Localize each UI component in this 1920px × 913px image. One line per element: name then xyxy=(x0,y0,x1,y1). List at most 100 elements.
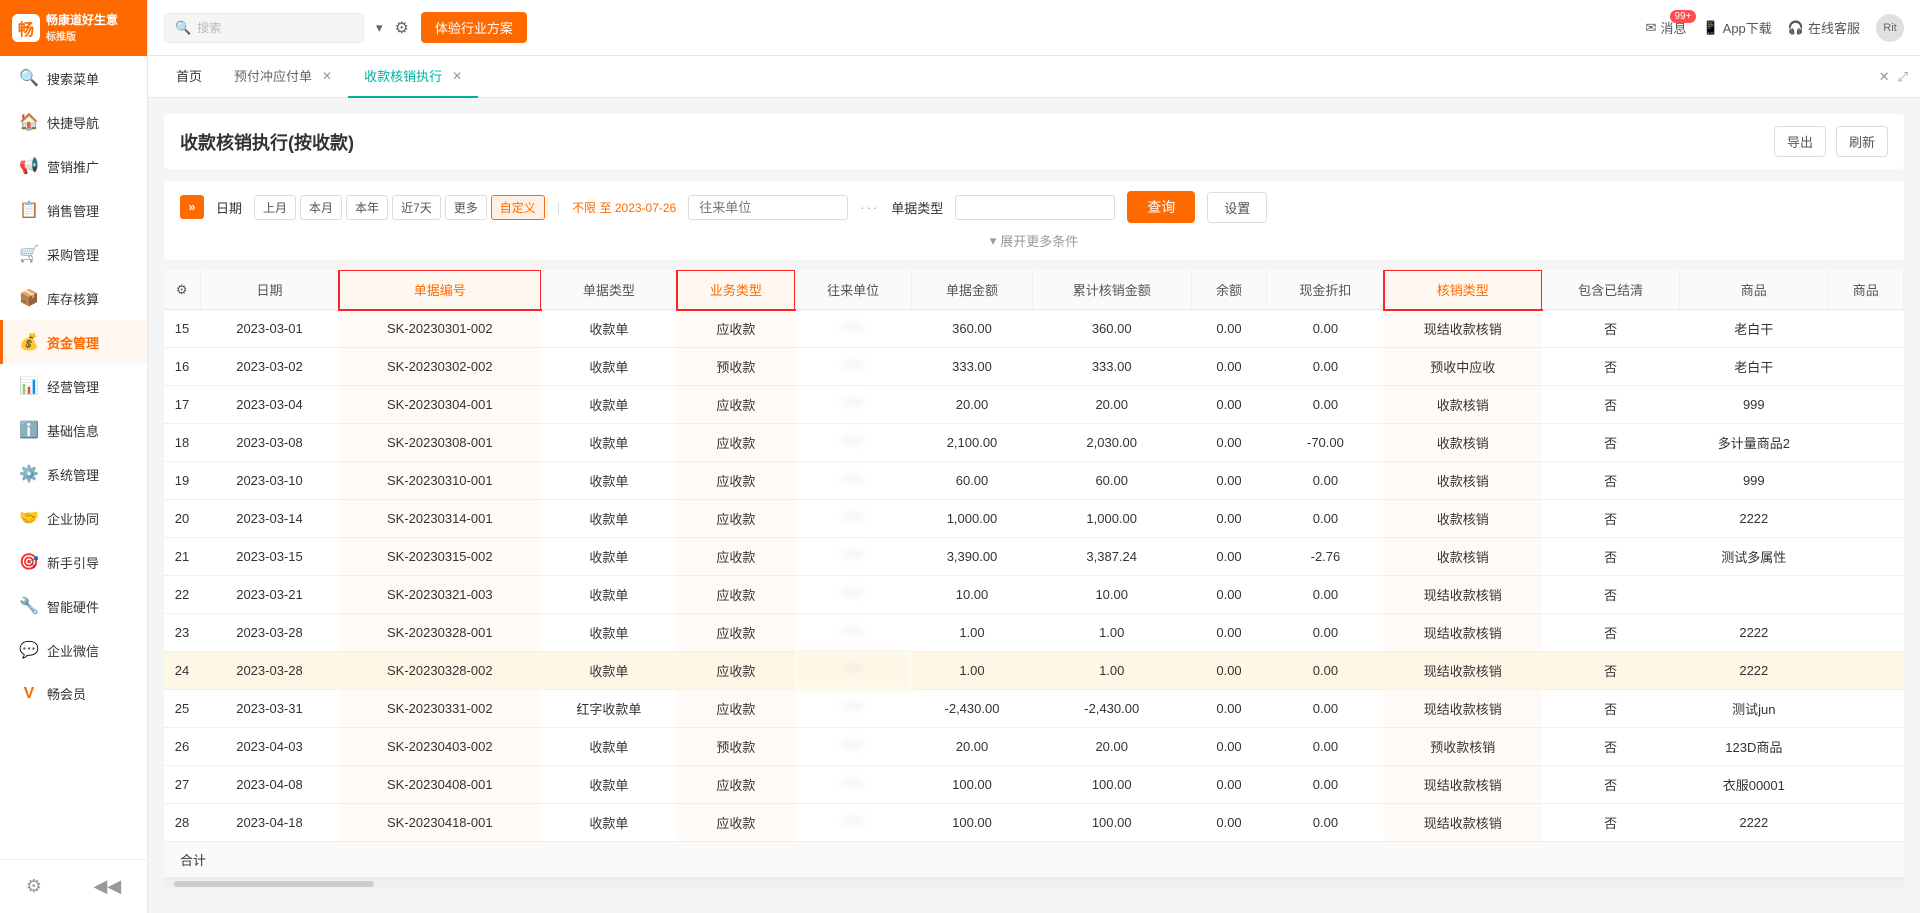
enterprise-icon: 🤝 xyxy=(19,508,39,528)
date-btn-custom[interactable]: 自定义 xyxy=(491,195,545,220)
cell-doc-no[interactable]: SK-20230328-001 xyxy=(339,614,541,652)
cell-write-off-type: 收款核销 xyxy=(1384,500,1541,538)
settings-icon[interactable]: ⚙ xyxy=(176,282,188,297)
sidebar-item-purchase[interactable]: 🛒 采购管理 xyxy=(0,232,147,276)
collection-tab-close[interactable]: ✕ xyxy=(452,69,462,83)
table-row[interactable]: 242023-03-28SK-20230328-002收款单应收款****1.0… xyxy=(164,652,1904,690)
table-row[interactable]: 192023-03-10SK-20230310-001收款单应收款****60.… xyxy=(164,462,1904,500)
table-row[interactable]: 182023-03-08SK-20230308-001收款单应收款****2,1… xyxy=(164,424,1904,462)
cell-doc-no[interactable]: SK-20230301-002 xyxy=(339,310,541,348)
date-btn-more[interactable]: 更多 xyxy=(445,195,487,220)
maximize-icon[interactable]: ⤢ xyxy=(1898,69,1908,85)
sidebar-item-quick-nav[interactable]: 🏠 快捷导航 xyxy=(0,100,147,144)
settings-btn[interactable]: ⚙ xyxy=(20,870,48,903)
table-row[interactable]: 152023-03-01SK-20230301-002收款单应收款****360… xyxy=(164,310,1904,348)
receipt-type-select[interactable] xyxy=(955,195,1115,220)
collapse-btn[interactable]: ◀◀ xyxy=(88,870,128,903)
industry-btn[interactable]: 体验行业方案 xyxy=(421,12,527,43)
header-search-bar[interactable]: 🔍 搜索 xyxy=(164,13,364,43)
cell-goods2 xyxy=(1828,690,1904,728)
sidebar-item-basic[interactable]: ℹ️ 基础信息 xyxy=(0,408,147,452)
table-row[interactable]: 282023-04-18SK-20230418-001收款单应收款****100… xyxy=(164,804,1904,842)
table-row[interactable]: 262023-04-03SK-20230403-002收款单预收款****20.… xyxy=(164,728,1904,766)
filter-expand-btn[interactable]: » xyxy=(180,195,204,219)
export-btn[interactable]: 导出 xyxy=(1774,126,1826,157)
support-action[interactable]: 🎧 在线客服 xyxy=(1788,18,1860,37)
th-settings[interactable]: ⚙ xyxy=(164,270,200,310)
tab-bar-actions: ✕ ⤢ xyxy=(1879,69,1908,85)
sidebar-item-member[interactable]: V 畅会员 xyxy=(0,672,147,715)
cell-no: 15 xyxy=(164,310,200,348)
tab-home[interactable]: 首页 xyxy=(160,56,218,98)
cell-doc-no[interactable]: SK-20230315-002 xyxy=(339,538,541,576)
tab-receivable[interactable]: 预付冲应付单 ✕ xyxy=(218,56,348,98)
guide-icon: 🎯 xyxy=(19,552,39,572)
table-row[interactable]: 172023-03-04SK-20230304-001收款单应收款****20.… xyxy=(164,386,1904,424)
sidebar-item-guide[interactable]: 🎯 新手引导 xyxy=(0,540,147,584)
cell-write-off: -2,430.00 xyxy=(1032,690,1191,728)
filter-settings-btn[interactable]: 设置 xyxy=(1207,192,1267,223)
receivable-tab-close[interactable]: ✕ xyxy=(322,69,332,83)
cell-goods1: 123D商品 xyxy=(1680,728,1828,766)
scrollbar-area[interactable] xyxy=(164,878,1904,888)
cell-biz-type: 应收款 xyxy=(677,614,794,652)
cell-amount: 20.00 xyxy=(912,728,1032,766)
cell-biz-type: 应收款 xyxy=(677,804,794,842)
sidebar-item-sales[interactable]: 📋 销售管理 xyxy=(0,188,147,232)
date-btn-this-year[interactable]: 本年 xyxy=(346,195,388,220)
close-all-icon[interactable]: ✕ xyxy=(1879,69,1890,85)
gear-icon[interactable]: ⚙ xyxy=(395,18,409,38)
cell-balance: 0.00 xyxy=(1191,690,1267,728)
sidebar-item-system[interactable]: ⚙️ 系统管理 xyxy=(0,452,147,496)
sidebar-item-marketing[interactable]: 📢 营销推广 xyxy=(0,144,147,188)
counterparty-input[interactable] xyxy=(688,195,848,220)
cell-discount: 0.00 xyxy=(1267,386,1384,424)
date-btn-this-month[interactable]: 本月 xyxy=(300,195,342,220)
cell-doc-no[interactable]: SK-20230331-002 xyxy=(339,690,541,728)
table-row[interactable]: 272023-04-08SK-20230408-001收款单应收款****100… xyxy=(164,766,1904,804)
cell-doc-no[interactable]: SK-20230418-001 xyxy=(339,804,541,842)
cell-doc-no[interactable]: SK-20230310-001 xyxy=(339,462,541,500)
cell-doc-no[interactable]: SK-20230321-003 xyxy=(339,576,541,614)
cell-doc-no[interactable]: SK-20230328-002 xyxy=(339,652,541,690)
table-row[interactable]: 222023-03-21SK-20230321-003收款单应收款****10.… xyxy=(164,576,1904,614)
sidebar-item-finance[interactable]: 💰 资金管理 xyxy=(0,320,147,364)
cell-doc-no[interactable]: SK-20230308-001 xyxy=(339,424,541,462)
cell-doc-no[interactable]: SK-20230314-001 xyxy=(339,500,541,538)
user-avatar[interactable]: Rit xyxy=(1876,14,1904,42)
table-row[interactable]: 252023-03-31SK-20230331-002红字收款单应收款****-… xyxy=(164,690,1904,728)
system-icon: ⚙️ xyxy=(19,464,39,484)
refresh-btn[interactable]: 刷新 xyxy=(1836,126,1888,157)
scrollbar-thumb[interactable] xyxy=(174,881,374,887)
tab-collection[interactable]: 收款核销执行 ✕ xyxy=(348,56,478,98)
table-row[interactable]: 232023-03-28SK-20230328-001收款单应收款****1.0… xyxy=(164,614,1904,652)
table-row[interactable]: 202023-03-14SK-20230314-001收款单应收款****1,0… xyxy=(164,500,1904,538)
app-download-action[interactable]: 📱 App下载 xyxy=(1702,18,1771,37)
cell-write-off-type: 现结收款核销 xyxy=(1384,804,1541,842)
sidebar-item-hardware[interactable]: 🔧 智能硬件 xyxy=(0,584,147,628)
date-btn-7days[interactable]: 近7天 xyxy=(392,195,441,220)
purchase-icon: 🛒 xyxy=(19,244,39,264)
table-row[interactable]: 162023-03-02SK-20230302-002收款单预收款****333… xyxy=(164,348,1904,386)
filter-more-row[interactable]: ▾ 展开更多条件 xyxy=(180,231,1888,250)
sidebar-item-enterprise[interactable]: 🤝 企业协同 xyxy=(0,496,147,540)
cell-doc-no[interactable]: SK-20230304-001 xyxy=(339,386,541,424)
sidebar-item-search[interactable]: 🔍 搜索菜单 xyxy=(0,56,147,100)
cell-doc-no[interactable]: SK-20230403-002 xyxy=(339,728,541,766)
cell-goods2 xyxy=(1828,310,1904,348)
cell-doc-no[interactable]: SK-20230302-002 xyxy=(339,348,541,386)
message-action[interactable]: ✉ 消息 99+ xyxy=(1646,18,1687,37)
cell-doc-no[interactable]: SK-20230408-001 xyxy=(339,766,541,804)
sidebar-item-wechat[interactable]: 💬 企业微信 xyxy=(0,628,147,672)
table-row[interactable]: 212023-03-15SK-20230315-002收款单应收款****3,3… xyxy=(164,538,1904,576)
date-btn-last-month[interactable]: 上月 xyxy=(254,195,296,220)
dropdown-arrow[interactable]: ▾ xyxy=(376,20,383,36)
cell-write-off: 2,030.00 xyxy=(1032,424,1191,462)
sidebar-item-operations[interactable]: 📊 经营管理 xyxy=(0,364,147,408)
cell-goods1: 衣服00001 xyxy=(1680,766,1828,804)
cell-doc-type: 收款单 xyxy=(541,424,678,462)
query-btn[interactable]: 查询 xyxy=(1127,191,1195,223)
cell-amount: 100.00 xyxy=(912,766,1032,804)
sidebar-item-inventory[interactable]: 📦 库存核算 xyxy=(0,276,147,320)
cell-balance: 0.00 xyxy=(1191,728,1267,766)
